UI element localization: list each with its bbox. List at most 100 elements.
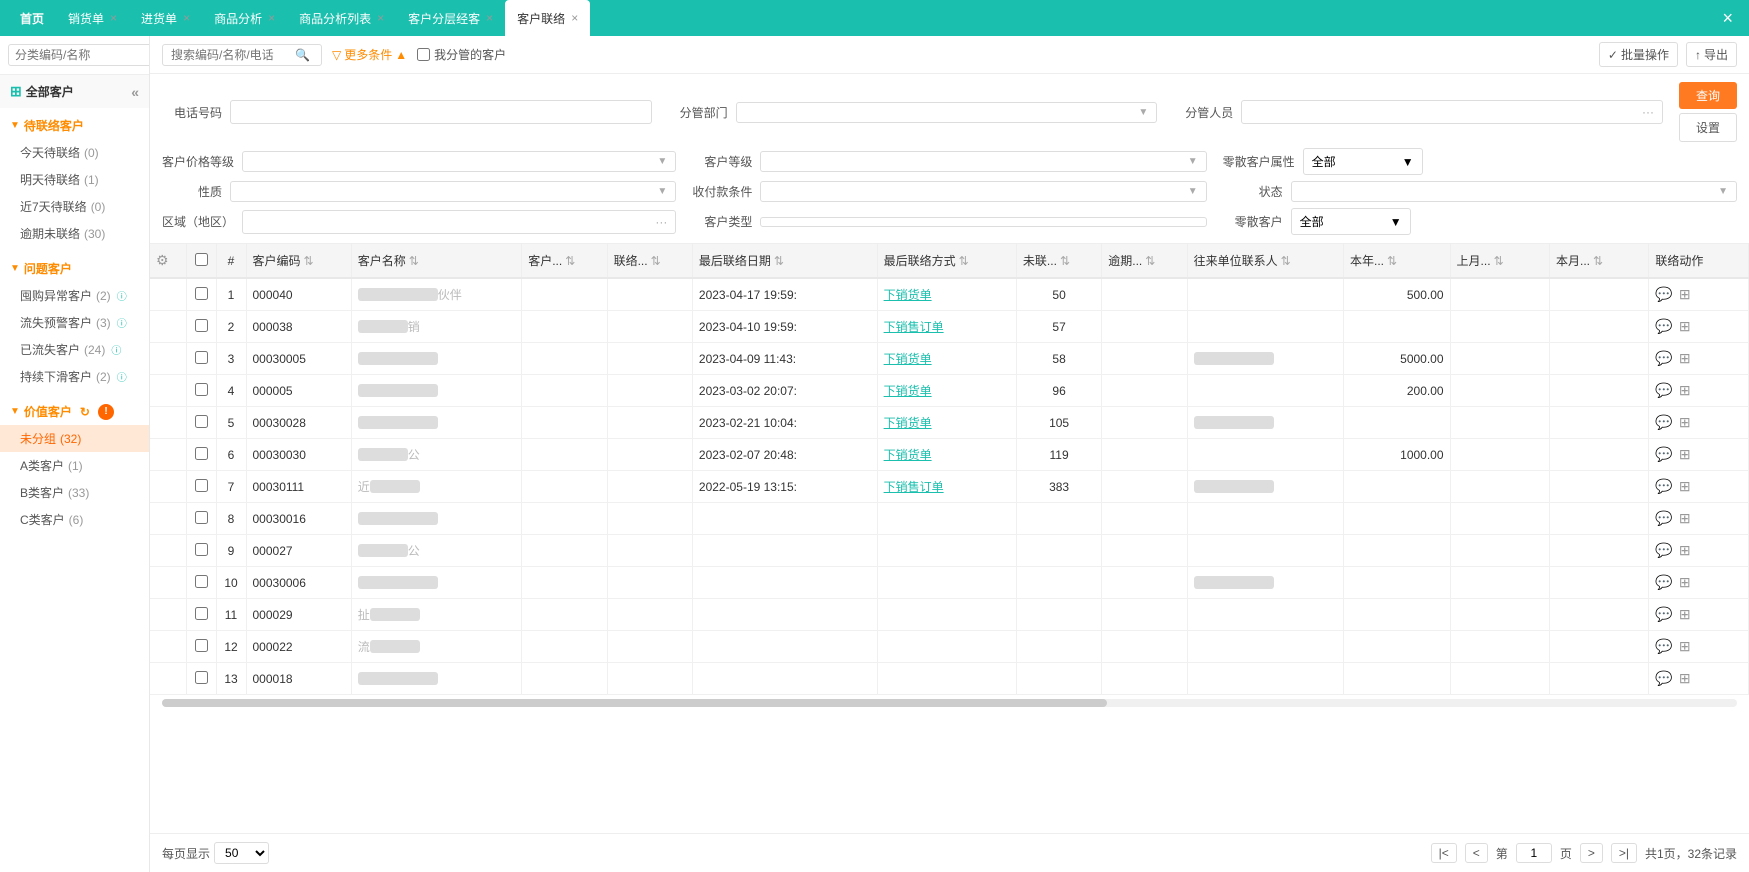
more-action-icon[interactable]: ⊞ xyxy=(1679,446,1691,463)
retail-attr-select[interactable]: 全部 ▼ xyxy=(1303,148,1423,175)
more-action-icon[interactable]: ⊞ xyxy=(1679,382,1691,399)
customer-name-cell[interactable]: 伙伴 xyxy=(351,278,521,311)
nav-customer-contact[interactable]: 客户联络 × xyxy=(505,0,590,36)
sidebar-search-input[interactable] xyxy=(8,44,150,66)
col-last-month[interactable]: 上月... ⇅ xyxy=(1450,244,1549,278)
sidebar-item-today[interactable]: 今天待联络(0) xyxy=(0,139,149,166)
first-page-button[interactable]: |< xyxy=(1431,843,1457,863)
my-customers-check[interactable] xyxy=(417,48,430,61)
col-overdue[interactable]: 逾期... ⇅ xyxy=(1102,244,1187,278)
person-more-icon[interactable]: ··· xyxy=(1642,105,1654,119)
more-action-icon[interactable]: ⊞ xyxy=(1679,510,1691,527)
region-more-icon[interactable]: ··· xyxy=(655,215,667,229)
col-name[interactable]: 客户名称 ⇅ xyxy=(351,244,521,278)
sidebar-item-unclassified[interactable]: 未分组(32) xyxy=(0,425,149,452)
row-checkbox[interactable] xyxy=(195,415,208,428)
contact-action-icon[interactable]: 💬 xyxy=(1655,350,1672,367)
col-last-type[interactable]: 最后联络方式 ⇅ xyxy=(877,244,1016,278)
contact-action-icon[interactable]: 💬 xyxy=(1655,606,1672,623)
row-checkbox[interactable] xyxy=(195,351,208,364)
window-close-button[interactable]: × xyxy=(1714,8,1741,28)
more-action-icon[interactable]: ⊞ xyxy=(1679,574,1691,591)
sidebar-problem-header[interactable]: ▼ 问题客户 xyxy=(0,255,149,282)
customer-name-cell[interactable] xyxy=(351,663,521,695)
nav-sales-order[interactable]: 销货单 × xyxy=(56,0,129,36)
sidebar-item-tomorrow[interactable]: 明天待联络(1) xyxy=(0,166,149,193)
nav-product-analysis[interactable]: 商品分析 × xyxy=(202,0,287,36)
payment-select[interactable]: ▼ xyxy=(760,181,1206,202)
sidebar-item-declining[interactable]: 持续下滑客户(2) ⓘ xyxy=(0,363,149,390)
prev-page-button[interactable]: < xyxy=(1465,843,1488,863)
nav-home[interactable]: 首页 xyxy=(8,0,56,36)
col-code[interactable]: 客户编码 ⇅ xyxy=(246,244,351,278)
horizontal-scrollbar[interactable] xyxy=(150,695,1749,711)
contact-action-icon[interactable]: 💬 xyxy=(1655,414,1672,431)
last-contact-type-cell[interactable]: 下销货单 xyxy=(877,278,1016,311)
sidebar-item-hoarding[interactable]: 囤购异常客户(2) ⓘ xyxy=(0,282,149,309)
sidebar-item-churned[interactable]: 已流失客户(24) ⓘ xyxy=(0,336,149,363)
contact-action-icon[interactable]: 💬 xyxy=(1655,382,1672,399)
person-select[interactable]: ··· xyxy=(1241,100,1663,124)
status-select[interactable]: ▼ xyxy=(1291,181,1737,202)
sidebar-item-churn-warning[interactable]: 流失预警客户(3) ⓘ xyxy=(0,309,149,336)
last-contact-type-cell[interactable]: 下销售订单 xyxy=(877,311,1016,343)
customer-name-cell[interactable] xyxy=(351,375,521,407)
more-action-icon[interactable]: ⊞ xyxy=(1679,638,1691,655)
customer-name-cell[interactable]: 流 xyxy=(351,631,521,663)
per-page-select[interactable]: 50 100 200 xyxy=(214,842,269,864)
col-last-date[interactable]: 最后联络日期 ⇅ xyxy=(692,244,877,278)
row-checkbox[interactable] xyxy=(195,479,208,492)
nav-customer-segment[interactable]: 客户分层经客 × xyxy=(396,0,505,36)
sidebar-all-customers[interactable]: ⊞ 全部客户 « xyxy=(0,75,149,108)
last-contact-type-cell[interactable]: 下销货单 xyxy=(877,407,1016,439)
nav-purchase-order[interactable]: 进货单 × xyxy=(129,0,202,36)
nav-close-product-list[interactable]: × xyxy=(377,11,384,25)
contact-action-icon[interactable]: 💬 xyxy=(1655,478,1672,495)
search-input[interactable] xyxy=(171,48,291,62)
row-checkbox[interactable] xyxy=(195,639,208,652)
sidebar-item-overdue[interactable]: 逾期未联络(30) xyxy=(0,220,149,247)
export-button[interactable]: ↑ 导出 xyxy=(1686,42,1737,67)
last-contact-type-cell[interactable]: 下销货单 xyxy=(877,375,1016,407)
col-unit-contact[interactable]: 往来单位联系人 ⇅ xyxy=(1187,244,1343,278)
more-action-icon[interactable]: ⊞ xyxy=(1679,414,1691,431)
customer-name-cell[interactable] xyxy=(351,343,521,375)
more-action-icon[interactable]: ⊞ xyxy=(1679,318,1691,335)
nav-close-product-analysis[interactable]: × xyxy=(268,11,275,25)
sidebar-item-class-c[interactable]: C类客户(6) xyxy=(0,506,149,533)
nav-close-sales-order[interactable]: × xyxy=(110,11,117,25)
retail-customer-select[interactable]: 全部 ▼ xyxy=(1291,208,1411,235)
customer-name-cell[interactable]: 扯 xyxy=(351,599,521,631)
row-checkbox[interactable] xyxy=(195,607,208,620)
reset-button[interactable]: 设置 xyxy=(1679,113,1737,142)
last-page-button[interactable]: >| xyxy=(1611,843,1637,863)
nav-product-analysis-list[interactable]: 商品分析列表 × xyxy=(287,0,396,36)
contact-action-icon[interactable]: 💬 xyxy=(1655,510,1672,527)
more-action-icon[interactable]: ⊞ xyxy=(1679,350,1691,367)
col-this-month[interactable]: 本月... ⇅ xyxy=(1549,244,1648,278)
region-select[interactable]: ··· xyxy=(242,210,676,234)
row-checkbox[interactable] xyxy=(195,575,208,588)
contact-action-icon[interactable]: 💬 xyxy=(1655,542,1672,559)
nature-select[interactable]: ▼ xyxy=(230,181,676,202)
sidebar-item-7days[interactable]: 近7天待联络(0) xyxy=(0,193,149,220)
col-this-year[interactable]: 本年... ⇅ xyxy=(1344,244,1451,278)
query-button[interactable]: 查询 xyxy=(1679,82,1737,109)
customer-level-select[interactable]: ▼ xyxy=(760,151,1206,172)
more-action-icon[interactable]: ⊞ xyxy=(1679,606,1691,623)
next-page-button[interactable]: > xyxy=(1580,843,1603,863)
more-action-icon[interactable]: ⊞ xyxy=(1679,670,1691,687)
last-contact-type-cell[interactable]: 下销售订单 xyxy=(877,471,1016,503)
row-checkbox[interactable] xyxy=(195,319,208,332)
contact-action-icon[interactable]: 💬 xyxy=(1655,670,1672,687)
sidebar-valuation-header[interactable]: ▼ 价值客户 ↻ ! xyxy=(0,398,149,425)
more-action-icon[interactable]: ⊞ xyxy=(1679,542,1691,559)
sidebar-item-class-a[interactable]: A类客户(1) xyxy=(0,452,149,479)
customer-name-cell[interactable]: 公 xyxy=(351,439,521,471)
customer-name-cell[interactable]: 销 xyxy=(351,311,521,343)
row-checkbox[interactable] xyxy=(195,383,208,396)
price-level-select[interactable]: ▼ xyxy=(242,151,676,172)
select-all-checkbox[interactable] xyxy=(195,253,208,266)
table-settings-icon[interactable]: ⚙ xyxy=(156,252,169,268)
page-number-input[interactable] xyxy=(1516,843,1552,863)
